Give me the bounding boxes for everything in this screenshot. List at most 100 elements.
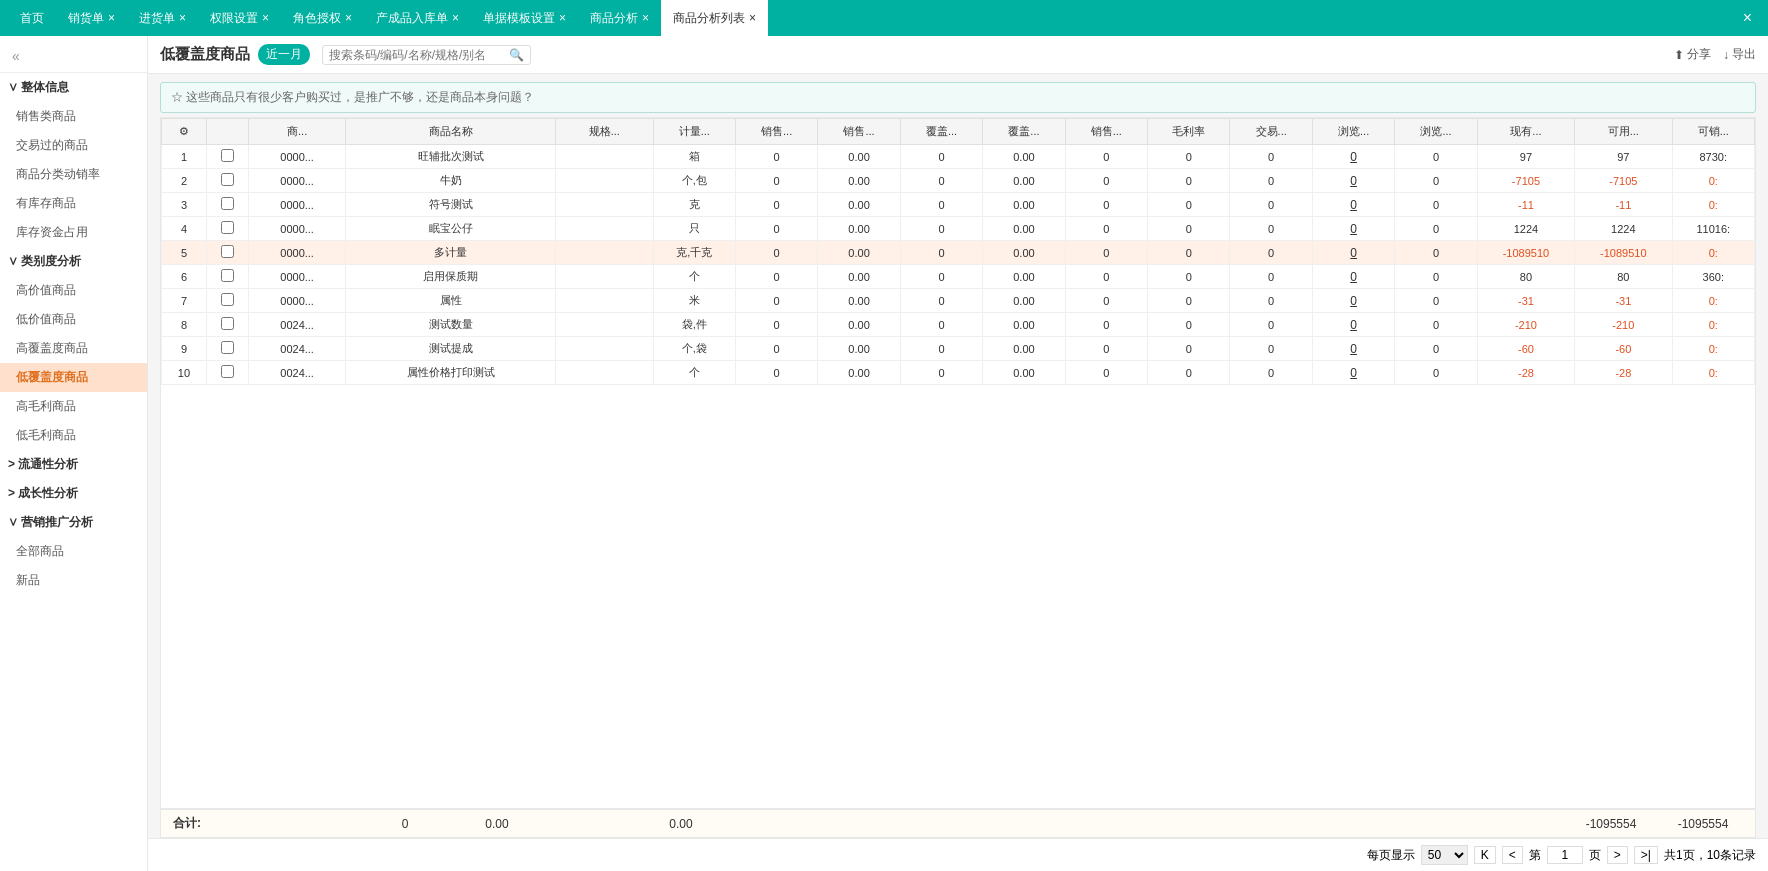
prev-page-button[interactable]: < (1502, 846, 1523, 864)
page-number-input[interactable] (1547, 846, 1583, 864)
row-checkbox[interactable] (206, 361, 248, 385)
period-button[interactable]: 近一月 (258, 44, 310, 65)
col-browse2[interactable]: 浏览... (1395, 119, 1477, 145)
row-spec (556, 145, 653, 169)
sidebar-item-low-margin[interactable]: 低毛利商品 (0, 421, 147, 450)
row-cover-count: 0 (900, 313, 982, 337)
row-checkbox[interactable] (206, 217, 248, 241)
row-trade: 0 (1230, 337, 1312, 361)
row-code: 0024... (248, 361, 345, 385)
sidebar-item-traded-products[interactable]: 交易过的商品 (0, 131, 147, 160)
col-sellable[interactable]: 可销... (1672, 119, 1754, 145)
row-checkbox[interactable] (206, 265, 248, 289)
row-sellable: 0: (1672, 169, 1754, 193)
sidebar-item-low-coverage[interactable]: 低覆盖度商品 (0, 363, 147, 392)
sidebar-item-in-stock[interactable]: 有库存商品 (0, 189, 147, 218)
sidebar-section-circulation[interactable]: > 流通性分析 (0, 450, 147, 479)
row-gross-rate: 0 (1148, 361, 1230, 385)
nav-sales-order[interactable]: 销货单 × (56, 0, 127, 36)
sidebar-section-overall[interactable]: ∨ 整体信息 (0, 73, 147, 102)
row-checkbox[interactable] (206, 169, 248, 193)
row-avail-stock: -60 (1575, 337, 1672, 361)
row-sales-amt: 0.00 (818, 337, 900, 361)
sidebar-item-sales-products[interactable]: 销售类商品 (0, 102, 147, 131)
row-browse1[interactable]: 0 (1312, 289, 1394, 313)
share-button[interactable]: ⬆ 分享 (1674, 46, 1711, 63)
row-cover-rate: 0.00 (983, 145, 1065, 169)
row-avail-stock: 97 (1575, 145, 1672, 169)
search-input[interactable] (329, 48, 509, 62)
row-browse1[interactable]: 0 (1312, 361, 1394, 385)
sidebar-section-marketing[interactable]: ∨ 营销推广分析 (0, 508, 147, 537)
first-page-button[interactable]: K (1474, 846, 1496, 864)
nav-permissions[interactable]: 权限设置 × (198, 0, 281, 36)
row-browse1[interactable]: 0 (1312, 217, 1394, 241)
sidebar-item-new-products[interactable]: 新品 (0, 566, 147, 595)
sidebar-item-all-products[interactable]: 全部商品 (0, 537, 147, 566)
sidebar: « ∨ 整体信息 销售类商品 交易过的商品 商品分类动销率 有库存商品 库存资金… (0, 36, 148, 871)
nav-product-analysis[interactable]: 商品分析 × (578, 0, 661, 36)
row-cover-count: 0 (900, 217, 982, 241)
sidebar-item-category-sales-rate[interactable]: 商品分类动销率 (0, 160, 147, 189)
col-gross-rate[interactable]: 毛利率 (1148, 119, 1230, 145)
nav-role-auth[interactable]: 角色授权 × (281, 0, 364, 36)
row-checkbox[interactable] (206, 289, 248, 313)
sidebar-toggle[interactable]: « (8, 46, 24, 66)
search-icon[interactable]: 🔍 (509, 48, 524, 62)
col-cover-rate[interactable]: 覆盖... (983, 119, 1065, 145)
col-sales-amt[interactable]: 销售... (818, 119, 900, 145)
col-unit[interactable]: 计量... (653, 119, 735, 145)
row-checkbox[interactable] (206, 145, 248, 169)
row-cover-rate: 0.00 (983, 169, 1065, 193)
next-page-button[interactable]: > (1607, 846, 1628, 864)
col-current-stock[interactable]: 现有... (1477, 119, 1574, 145)
row-browse1[interactable]: 0 (1312, 145, 1394, 169)
col-sales-qty[interactable]: 销售... (735, 119, 817, 145)
nav-finished-goods[interactable]: 产成品入库单 × (364, 0, 471, 36)
row-browse1[interactable]: 0 (1312, 313, 1394, 337)
window-close-button[interactable]: × (1735, 9, 1760, 27)
sidebar-item-high-margin[interactable]: 高毛利商品 (0, 392, 147, 421)
export-button[interactable]: ↓ 导出 (1723, 46, 1756, 63)
row-browse1[interactable]: 0 (1312, 337, 1394, 361)
row-browse1[interactable]: 0 (1312, 169, 1394, 193)
row-checkbox[interactable] (206, 313, 248, 337)
sidebar-section-category-analysis[interactable]: ∨ 类别度分析 (0, 247, 147, 276)
col-cover-count[interactable]: 覆盖... (900, 119, 982, 145)
col-code[interactable]: 商... (248, 119, 345, 145)
row-sellable: 0: (1672, 361, 1754, 385)
col-spec[interactable]: 规格... (556, 119, 653, 145)
row-current-stock: 1224 (1477, 217, 1574, 241)
per-page-select[interactable]: 50 100 200 (1421, 845, 1468, 865)
row-checkbox[interactable] (206, 193, 248, 217)
col-trade[interactable]: 交易... (1230, 119, 1312, 145)
sidebar-item-high-value[interactable]: 高价值商品 (0, 276, 147, 305)
nav-template-settings[interactable]: 单据模板设置 × (471, 0, 578, 36)
nav-home[interactable]: 首页 (8, 0, 56, 36)
sidebar-section-growth[interactable]: > 成长性分析 (0, 479, 147, 508)
col-name[interactable]: 商品名称 (346, 119, 556, 145)
col-avail-stock[interactable]: 可用... (1575, 119, 1672, 145)
nav-product-analysis-list[interactable]: 商品分析列表 × (661, 0, 768, 36)
sidebar-item-high-coverage[interactable]: 高覆盖度商品 (0, 334, 147, 363)
row-sales-qty: 0 (735, 193, 817, 217)
row-spec (556, 169, 653, 193)
sidebar-item-inventory-capital[interactable]: 库存资金占用 (0, 218, 147, 247)
row-trade: 0 (1230, 217, 1312, 241)
sidebar-item-low-value[interactable]: 低价值商品 (0, 305, 147, 334)
content-area: 低覆盖度商品 近一月 🔍 ⬆ 分享 ↓ 导出 ☆ 这些商品只有很少客户购买过，是… (148, 36, 1768, 871)
row-checkbox[interactable] (206, 241, 248, 265)
row-num: 8 (162, 313, 207, 337)
row-trade: 0 (1230, 313, 1312, 337)
row-browse1[interactable]: 0 (1312, 265, 1394, 289)
row-browse1[interactable]: 0 (1312, 241, 1394, 265)
row-checkbox[interactable] (206, 337, 248, 361)
col-browse1[interactable]: 浏览... (1312, 119, 1394, 145)
row-browse1[interactable]: 0 (1312, 193, 1394, 217)
col-sales-count[interactable]: 销售... (1065, 119, 1147, 145)
nav-purchase-order[interactable]: 进货单 × (127, 0, 198, 36)
col-gear[interactable]: ⚙ (162, 119, 207, 145)
row-avail-stock: 1224 (1575, 217, 1672, 241)
row-spec (556, 337, 653, 361)
last-page-button[interactable]: >| (1634, 846, 1658, 864)
